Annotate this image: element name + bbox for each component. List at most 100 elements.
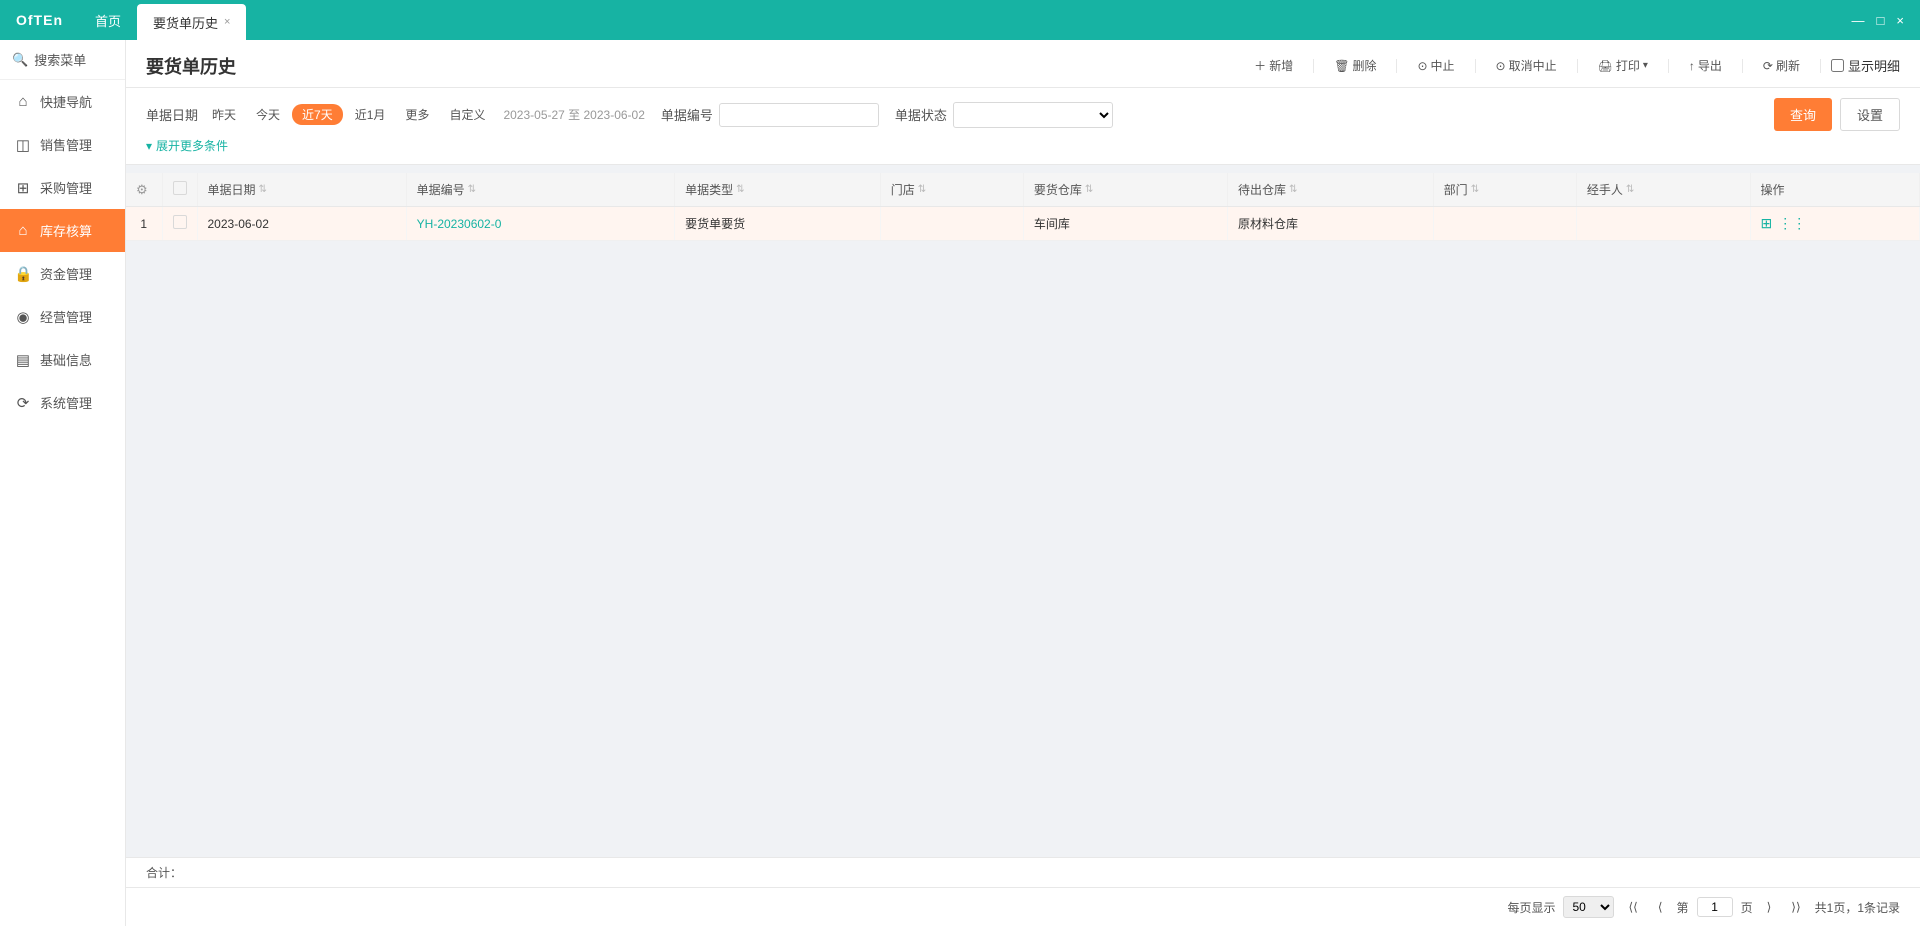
sidebar-search[interactable]: 🔍 搜索菜单 <box>0 40 125 80</box>
sidebar-item-system[interactable]: ⟳ 系统管理 <box>0 381 125 424</box>
tab-bill-history[interactable]: 要货单历史 × <box>137 4 246 40</box>
display-detail-checkbox[interactable] <box>1831 59 1844 72</box>
cancel-stop-button[interactable]: ⊙ 取消中止 <box>1486 52 1567 79</box>
sidebar-item-purchase[interactable]: ⊞ 采购管理 <box>0 166 125 209</box>
sidebar-item-finance[interactable]: 🔒 资金管理 <box>0 252 125 295</box>
print-dropdown-icon: ▾ <box>1643 60 1648 71</box>
date-btn-more[interactable]: 更多 <box>397 104 437 125</box>
filter-group-status: 单据状态 <box>895 102 1113 128</box>
expand-more-icon: ▾ <box>146 139 152 153</box>
row-settings-cell: 1 <box>126 207 162 241</box>
row-department-cell <box>1433 207 1576 241</box>
system-icon: ⟳ <box>14 394 32 412</box>
new-button[interactable]: ＋ 新增 <box>1244 52 1303 79</box>
query-button-group: 查询 设置 <box>1774 98 1900 131</box>
bill-status-select[interactable] <box>953 102 1113 128</box>
stop-button[interactable]: ⊙ 中止 <box>1407 52 1464 79</box>
bill-no-input[interactable] <box>719 103 879 127</box>
table-head: ⚙ 单据日期 ⇅ 单据编号 <box>126 173 1920 207</box>
stop-icon: ⊙ <box>1417 59 1427 73</box>
next-page-btn[interactable]: ⟩ <box>1761 898 1778 916</box>
sort-pendingwarehouse-icon[interactable]: ⇅ <box>1289 184 1297 195</box>
sort-date-icon[interactable]: ⇅ <box>259 184 267 195</box>
sidebar-item-shortcut[interactable]: ⌂ 快捷导航 <box>0 80 125 123</box>
row-store-cell <box>880 207 1023 241</box>
table-row: 1 2023-06-02 YH-20230602-0 要货单要货 <box>126 207 1920 241</box>
date-btn-yesterday[interactable]: 昨天 <box>204 104 244 125</box>
page-number-input[interactable]: 1 <box>1697 897 1733 917</box>
row-more-icon[interactable]: ⋮⋮ <box>1778 215 1806 232</box>
divider-6 <box>1742 59 1743 73</box>
delete-button[interactable]: 🗑 删除 <box>1324 52 1386 79</box>
window-maximize-icon[interactable]: □ <box>1877 13 1885 28</box>
inventory-icon: ⌂ <box>14 222 32 239</box>
brand-logo: OfTEn <box>0 12 79 28</box>
table-settings-icon[interactable]: ⚙ <box>136 182 148 197</box>
sort-dept-icon[interactable]: ⇅ <box>1471 184 1479 195</box>
display-detail-toggle[interactable]: 显示明细 <box>1831 56 1900 75</box>
expand-more-btn[interactable]: ▾ 展开更多条件 <box>146 137 1900 154</box>
first-page-btn[interactable]: ⟨⟨ <box>1622 898 1643 916</box>
window-close-icon[interactable]: × <box>1896 13 1904 28</box>
filter-row-1: 单据日期 昨天 今天 近7天 近1月 更多 自定义 2023-05-27 至 2… <box>146 98 1900 131</box>
select-all-checkbox[interactable] <box>173 181 187 195</box>
table-body: 1 2023-06-02 YH-20230602-0 要货单要货 <box>126 207 1920 241</box>
last-page-btn[interactable]: ⟩⟩ <box>1785 898 1806 916</box>
row-checkbox[interactable] <box>173 215 187 229</box>
print-button[interactable]: 🖨 打印 ▾ <box>1588 52 1658 79</box>
sidebar-item-inventory[interactable]: ⌂ 库存核算 <box>0 209 125 252</box>
stop-label: 中止 <box>1431 57 1455 74</box>
th-operations-label: 操作 <box>1761 183 1785 197</box>
sidebar-item-basic-info-label: 基础信息 <box>40 350 92 369</box>
sidebar-item-operation-label: 经营管理 <box>40 307 92 326</box>
export-button[interactable]: ↑ 导出 <box>1679 52 1732 79</box>
sidebar-item-finance-label: 资金管理 <box>40 264 92 283</box>
th-req-warehouse-label: 要货仓库 <box>1034 181 1082 198</box>
row-edit-icon[interactable]: ⊞ <box>1761 215 1773 232</box>
window-minimize-icon[interactable]: — <box>1852 13 1865 28</box>
th-handler-label: 经手人 <box>1587 181 1623 198</box>
sidebar-item-operation[interactable]: ◉ 经营管理 <box>0 295 125 338</box>
query-button[interactable]: 查询 <box>1774 98 1832 131</box>
filter-group-billno: 单据编号 <box>661 103 879 127</box>
sort-handler-icon[interactable]: ⇅ <box>1626 184 1634 195</box>
row-bill-type: 要货单要货 <box>685 217 745 231</box>
pagination-bar: 每页显示 50 100 ⟨⟨ ⟨ 第 1 页 ⟩ ⟩⟩ 共1页，1条记录 <box>126 887 1920 926</box>
page-size-select[interactable]: 50 100 <box>1563 896 1614 918</box>
tab-home[interactable]: 首页 <box>79 0 137 40</box>
sort-billno-icon[interactable]: ⇅ <box>468 184 476 195</box>
settings-button[interactable]: 设置 <box>1840 98 1900 131</box>
row-bill-no-link[interactable]: YH-20230602-0 <box>417 217 502 231</box>
th-department: 部门 ⇅ <box>1433 173 1576 207</box>
print-label: 打印 <box>1616 57 1640 74</box>
tab-close-icon[interactable]: × <box>224 16 230 28</box>
operation-icon: ◉ <box>14 308 32 326</box>
divider-5 <box>1668 59 1669 73</box>
date-btn-1month[interactable]: 近1月 <box>347 104 394 125</box>
date-btn-7days[interactable]: 近7天 <box>292 104 343 125</box>
th-pending-warehouse-label: 待出仓库 <box>1238 181 1286 198</box>
row-bill-type-cell: 要货单要货 <box>675 207 881 241</box>
date-btn-custom[interactable]: 自定义 <box>441 104 493 125</box>
export-label: 导出 <box>1698 57 1722 74</box>
home-icon: ⌂ <box>14 93 32 110</box>
row-ops: ⊞ ⋮⋮ <box>1761 215 1909 232</box>
sidebar-item-system-label: 系统管理 <box>40 393 92 412</box>
divider-4 <box>1577 59 1578 73</box>
refresh-button[interactable]: ⟳ 刷新 <box>1753 52 1810 79</box>
sales-icon: ◫ <box>14 136 32 154</box>
refresh-icon: ⟳ <box>1763 59 1773 73</box>
bill-status-label: 单据状态 <box>895 105 947 124</box>
row-req-warehouse: 车间库 <box>1034 217 1070 231</box>
sort-reqwarehouse-icon[interactable]: ⇅ <box>1085 184 1093 195</box>
divider-1 <box>1313 59 1314 73</box>
prev-page-btn[interactable]: ⟨ <box>1652 898 1669 916</box>
tab-bill-history-label: 要货单历史 <box>153 13 218 32</box>
sidebar-item-inventory-label: 库存核算 <box>40 221 92 240</box>
sort-billtype-icon[interactable]: ⇅ <box>736 184 744 195</box>
sidebar-item-basic-info[interactable]: ▤ 基础信息 <box>0 338 125 381</box>
sidebar-item-sales[interactable]: ◫ 销售管理 <box>0 123 125 166</box>
date-btn-today[interactable]: 今天 <box>248 104 288 125</box>
sort-store-icon[interactable]: ⇅ <box>918 184 926 195</box>
display-detail-label: 显示明细 <box>1848 56 1900 75</box>
